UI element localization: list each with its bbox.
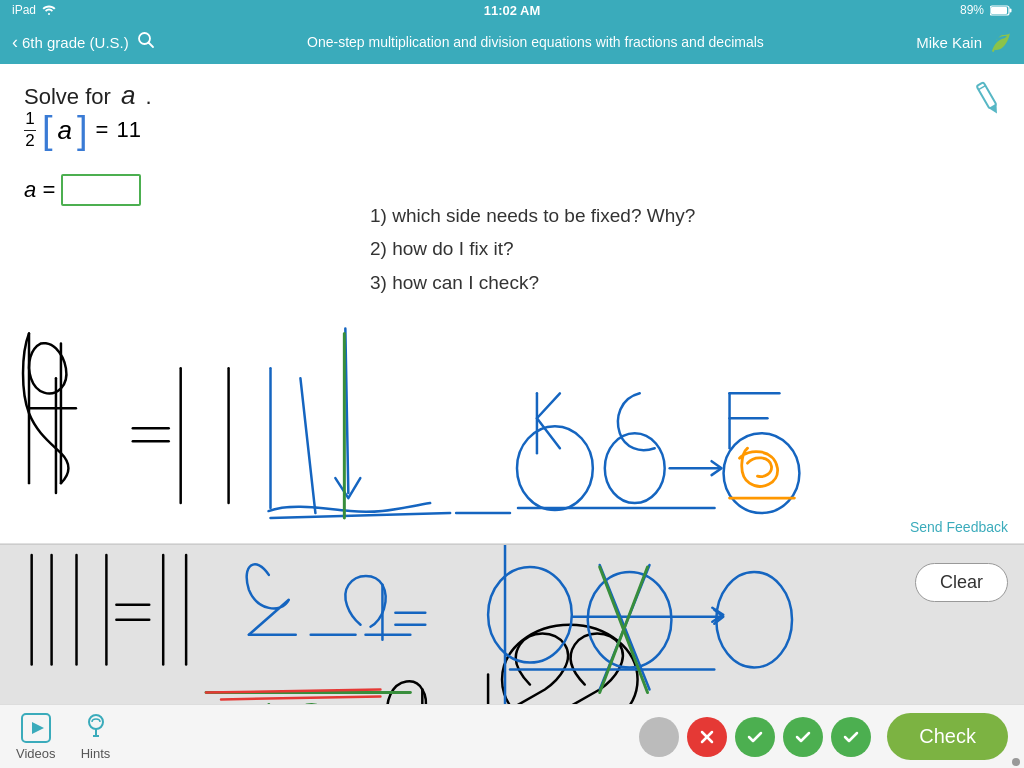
hints-button[interactable]: Hints xyxy=(80,712,112,761)
drawing-canvas-white xyxy=(0,64,1024,543)
answer-label: a = xyxy=(24,177,55,203)
answer-input[interactable] xyxy=(61,174,141,206)
answer-bubble-check-1 xyxy=(735,717,775,757)
equation-variable: a xyxy=(58,115,72,146)
back-label: 6th grade (U.S.) xyxy=(22,34,129,51)
variable-label: a xyxy=(121,80,135,110)
svg-point-0 xyxy=(48,13,50,15)
svg-point-16 xyxy=(605,433,665,503)
battery-label: 89% xyxy=(960,3,984,17)
status-left: iPad xyxy=(12,3,56,17)
nav-bar: ‹ 6th grade (U.S.) One-step multiplicati… xyxy=(0,20,1024,64)
svg-line-5 xyxy=(148,42,153,47)
bottom-bar: Videos Hints xyxy=(0,704,1024,768)
clear-button[interactable]: Clear xyxy=(915,563,1008,602)
svg-point-17 xyxy=(724,433,800,513)
questions-block: 1) which side needs to be fixed? Why? 2)… xyxy=(370,199,695,299)
battery-icon xyxy=(990,5,1012,16)
main-area: Solve for a . 1 2 [ a ] = 11 a = 1) xyxy=(0,64,1024,748)
nav-right: Mike Kain xyxy=(916,30,1012,54)
answer-bubble-empty-1 xyxy=(639,717,679,757)
svg-line-48 xyxy=(600,565,650,690)
videos-label: Videos xyxy=(16,746,56,761)
answer-bubble-check-2 xyxy=(783,717,823,757)
svg-rect-2 xyxy=(991,7,1007,14)
x-icon xyxy=(699,729,715,745)
svg-rect-3 xyxy=(1010,8,1012,12)
numerator: 1 xyxy=(25,110,34,129)
status-right: 89% xyxy=(960,3,1012,17)
equation-value: 11 xyxy=(116,117,140,143)
svg-line-50 xyxy=(600,567,648,693)
svg-point-44 xyxy=(588,572,672,668)
pencil-icon[interactable] xyxy=(968,78,1008,127)
equals-sign: = xyxy=(96,117,109,143)
svg-point-43 xyxy=(488,567,572,663)
leaf-icon xyxy=(988,30,1012,54)
time-label: 11:02 AM xyxy=(484,3,541,18)
fraction-display: 1 2 xyxy=(24,110,36,150)
left-bracket: [ xyxy=(42,111,53,149)
user-label: Mike Kain xyxy=(916,34,982,51)
right-bracket: ] xyxy=(77,111,88,149)
videos-button[interactable]: Videos xyxy=(16,712,56,761)
question-3: 3) how can I check? xyxy=(370,266,695,299)
question-1: 1) which side needs to be fixed? Why? xyxy=(370,199,695,232)
send-feedback-link[interactable]: Send Feedback xyxy=(910,519,1008,535)
equation-display: 1 2 [ a ] = 11 xyxy=(24,110,141,150)
search-icon[interactable] xyxy=(137,31,155,54)
svg-line-8 xyxy=(979,86,986,90)
question-2: 2) how do I fix it? xyxy=(370,232,695,265)
hint-icon xyxy=(80,712,112,744)
check-icon-1 xyxy=(745,727,765,747)
problem-area: Solve for a . 1 2 [ a ] = 11 a = 1) xyxy=(0,64,1024,544)
check-icon-2 xyxy=(793,727,813,747)
answer-bubble-check-3 xyxy=(831,717,871,757)
svg-rect-6 xyxy=(977,82,997,109)
solve-for-label: Solve for a . xyxy=(24,80,152,111)
device-label: iPad xyxy=(12,3,36,17)
svg-point-15 xyxy=(517,426,593,510)
svg-point-45 xyxy=(716,572,792,668)
denominator: 2 xyxy=(25,132,34,151)
answer-row: a = xyxy=(24,174,141,206)
status-bar: iPad 11:02 AM 89% xyxy=(0,0,1024,20)
svg-marker-7 xyxy=(990,105,1001,116)
svg-line-47 xyxy=(600,565,650,690)
check-icon-3 xyxy=(841,727,861,747)
corner-dot xyxy=(1012,758,1020,766)
svg-point-58 xyxy=(89,715,103,729)
svg-line-13 xyxy=(271,513,451,518)
svg-line-24 xyxy=(300,378,315,513)
check-button[interactable]: Check xyxy=(887,713,1008,760)
play-icon xyxy=(20,712,52,744)
page-title: One-step multiplication and division equ… xyxy=(155,34,916,50)
svg-line-55 xyxy=(221,696,380,699)
back-button[interactable]: ‹ 6th grade (U.S.) xyxy=(12,32,129,53)
wifi-icon xyxy=(42,5,56,15)
back-arrow-icon: ‹ xyxy=(12,32,18,53)
answer-bubble-x xyxy=(687,717,727,757)
answer-bubbles xyxy=(639,717,871,757)
hints-label: Hints xyxy=(81,746,111,761)
svg-line-51 xyxy=(600,567,648,693)
svg-marker-57 xyxy=(32,722,44,734)
